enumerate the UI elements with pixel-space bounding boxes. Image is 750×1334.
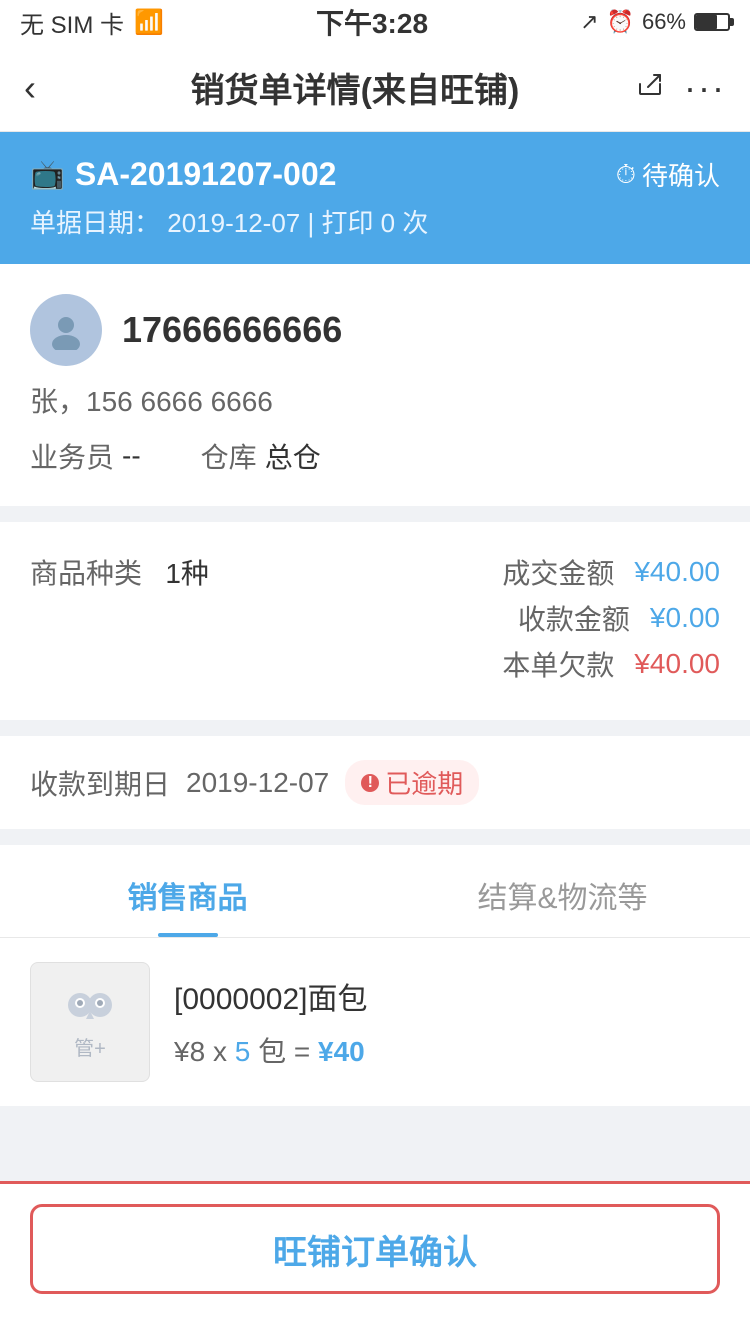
- summary-section: 商品种类 1种 成交金额 ¥40.00 收款金额 ¥0.00 本单欠款 ¥40.…: [0, 522, 750, 720]
- multiply-sign: x: [213, 1036, 235, 1067]
- confirm-button[interactable]: 旺铺订单确认: [30, 1204, 720, 1294]
- alarm-icon: ⏰: [607, 9, 634, 35]
- owed-value: ¥40.00: [634, 648, 720, 680]
- order-icon: 📺: [30, 158, 65, 191]
- nav-right-actions: ···: [626, 67, 726, 109]
- unit-text: 包: [258, 1036, 286, 1067]
- received-value: ¥0.00: [650, 602, 720, 634]
- order-date-line: 单据日期： 2019-12-07 | 打印 0 次: [30, 203, 720, 240]
- overdue-badge: ! 已逾期: [345, 760, 479, 805]
- avatar: [30, 294, 102, 366]
- customer-meta: 业务员 -- 仓库 总仓: [30, 436, 720, 476]
- status-bar: 无 SIM 卡 📶 下午3:28 ↗ ⏰ 66%: [0, 0, 750, 44]
- due-date-value: 2019-12-07: [186, 767, 329, 799]
- battery-icon: [694, 13, 730, 31]
- product-item: 管+ [0000002]面包 ¥8 x 5 包 = ¥40: [30, 962, 720, 1082]
- product-name: [0000002]面包: [174, 974, 720, 1018]
- more-icon[interactable]: ···: [684, 67, 726, 109]
- product-image: 管+: [30, 962, 150, 1082]
- tabs-row: 销售商品 结算&物流等: [0, 845, 750, 938]
- due-date-section: 收款到期日 2019-12-07 ! 已逾期: [0, 736, 750, 829]
- battery-text: 66%: [642, 9, 686, 35]
- price-unit: ¥8: [174, 1036, 205, 1067]
- wifi-icon: 📶: [134, 8, 164, 37]
- warehouse-label: 仓库: [201, 436, 257, 476]
- overdue-text: 已逾期: [385, 764, 463, 801]
- bottom-bar: 旺铺订单确认: [0, 1181, 750, 1334]
- product-section: 管+ [0000002]面包 ¥8 x 5 包 = ¥40: [0, 938, 750, 1106]
- warehouse-value: 总仓: [265, 436, 321, 476]
- summary-amounts: 成交金额 ¥40.00 收款金额 ¥0.00 本单欠款 ¥40.00: [502, 552, 720, 690]
- status-left: 无 SIM 卡 📶: [20, 5, 164, 40]
- transaction-value: ¥40.00: [634, 556, 720, 588]
- product-price: ¥8 x 5 包 = ¥40: [174, 1030, 720, 1070]
- order-status: ⏱ 待确认: [616, 156, 720, 193]
- customer-section: 17666666666 张，156 6666 6666 业务员 -- 仓库 总仓: [0, 264, 750, 506]
- salesman-value: --: [122, 440, 141, 472]
- equals-sign: =: [294, 1036, 318, 1067]
- tab-products[interactable]: 销售商品: [0, 845, 375, 937]
- due-date-label: 收款到期日: [30, 763, 170, 803]
- status-clock-icon: ⏱: [616, 159, 636, 191]
- product-logo-text: 管+: [74, 1032, 106, 1061]
- salesman-label: 业务员: [30, 436, 114, 476]
- customer-phone: 17666666666: [122, 309, 342, 351]
- transaction-label: 成交金额: [502, 552, 614, 592]
- product-info: [0000002]面包 ¥8 x 5 包 = ¥40: [174, 974, 720, 1070]
- carrier-text: 无 SIM 卡: [20, 5, 124, 40]
- overdue-icon: !: [361, 774, 379, 792]
- product-total: ¥40: [318, 1036, 365, 1067]
- product-type-label: 商品种类: [30, 558, 142, 589]
- product-type-value: 1种: [165, 558, 209, 589]
- page-title: 销货单详情(来自旺铺): [84, 63, 626, 112]
- status-time: 下午3:28: [316, 2, 428, 42]
- customer-name: 张，156 6666 6666: [30, 380, 720, 420]
- status-right: ↗ ⏰ 66%: [580, 9, 730, 35]
- order-header: 📺 SA-20191207-002 ⏱ 待确认 单据日期： 2019-12-07…: [0, 132, 750, 264]
- tabs-section: 销售商品 结算&物流等 管+: [0, 845, 750, 1106]
- owed-label: 本单欠款: [502, 644, 614, 684]
- location-icon: ↗: [580, 9, 598, 35]
- share-icon[interactable]: [636, 70, 664, 105]
- tab-settlement[interactable]: 结算&物流等: [375, 845, 750, 937]
- nav-bar: ‹ 销货单详情(来自旺铺) ···: [0, 44, 750, 132]
- received-label: 收款金额: [518, 598, 630, 638]
- order-id: 📺 SA-20191207-002: [30, 156, 336, 193]
- product-logo-icon: [62, 983, 118, 1028]
- back-button[interactable]: ‹: [24, 67, 84, 109]
- product-quantity: 5: [235, 1036, 251, 1067]
